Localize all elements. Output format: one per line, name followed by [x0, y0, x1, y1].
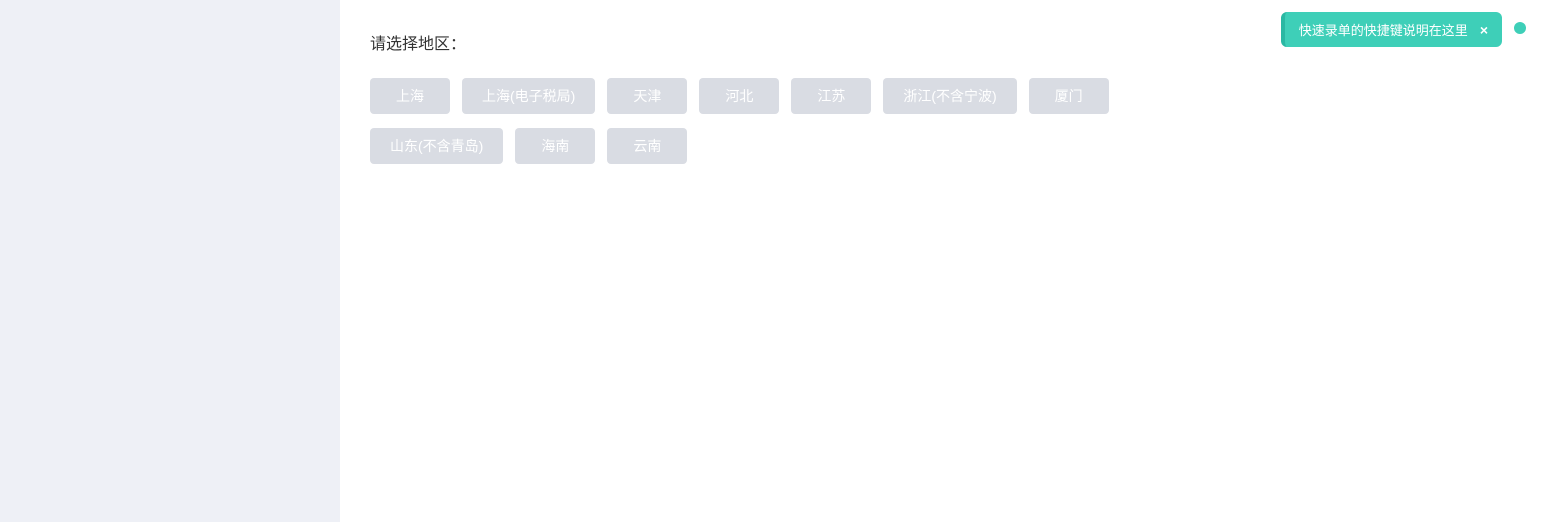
sidebar — [0, 0, 340, 522]
region-row-1: 上海上海(电子税局) 天津河北江苏浙江(不含宁波) 厦门 — [370, 78, 1532, 114]
region-btn-shanghai[interactable]: 上海 — [370, 78, 450, 114]
tooltip-badge: 快速录单的快捷键说明在这里 × — [1281, 12, 1502, 47]
region-btn-jiangsu[interactable]: 江苏 — [791, 78, 871, 114]
region-btn-xiamen[interactable]: 厦门 — [1029, 78, 1109, 114]
tooltip-text: 快速录单的快捷键说明在这里 — [1299, 20, 1468, 39]
region-row-2: 山东(不含青岛) 海南云南 — [370, 128, 1532, 164]
main-content: 请选择地区： 上海上海(电子税局)天津河北江苏浙江(不含宁波)厦门 山东(不含青… — [340, 0, 1562, 522]
region-btn-zhejiang[interactable]: 浙江(不含宁波) — [883, 78, 1016, 114]
tooltip-dot-indicator — [1514, 22, 1526, 34]
region-btn-shanghai-etax[interactable]: 上海(电子税局) — [462, 78, 595, 114]
region-btn-shandong[interactable]: 山东(不含青岛) — [370, 128, 503, 164]
region-btn-hainan[interactable]: 海南 — [515, 128, 595, 164]
close-icon[interactable]: × — [1480, 22, 1488, 38]
region-btn-tianjin[interactable]: 天津 — [607, 78, 687, 114]
region-btn-yunnan[interactable]: 云南 — [607, 128, 687, 164]
region-btn-hebei[interactable]: 河北 — [699, 78, 779, 114]
